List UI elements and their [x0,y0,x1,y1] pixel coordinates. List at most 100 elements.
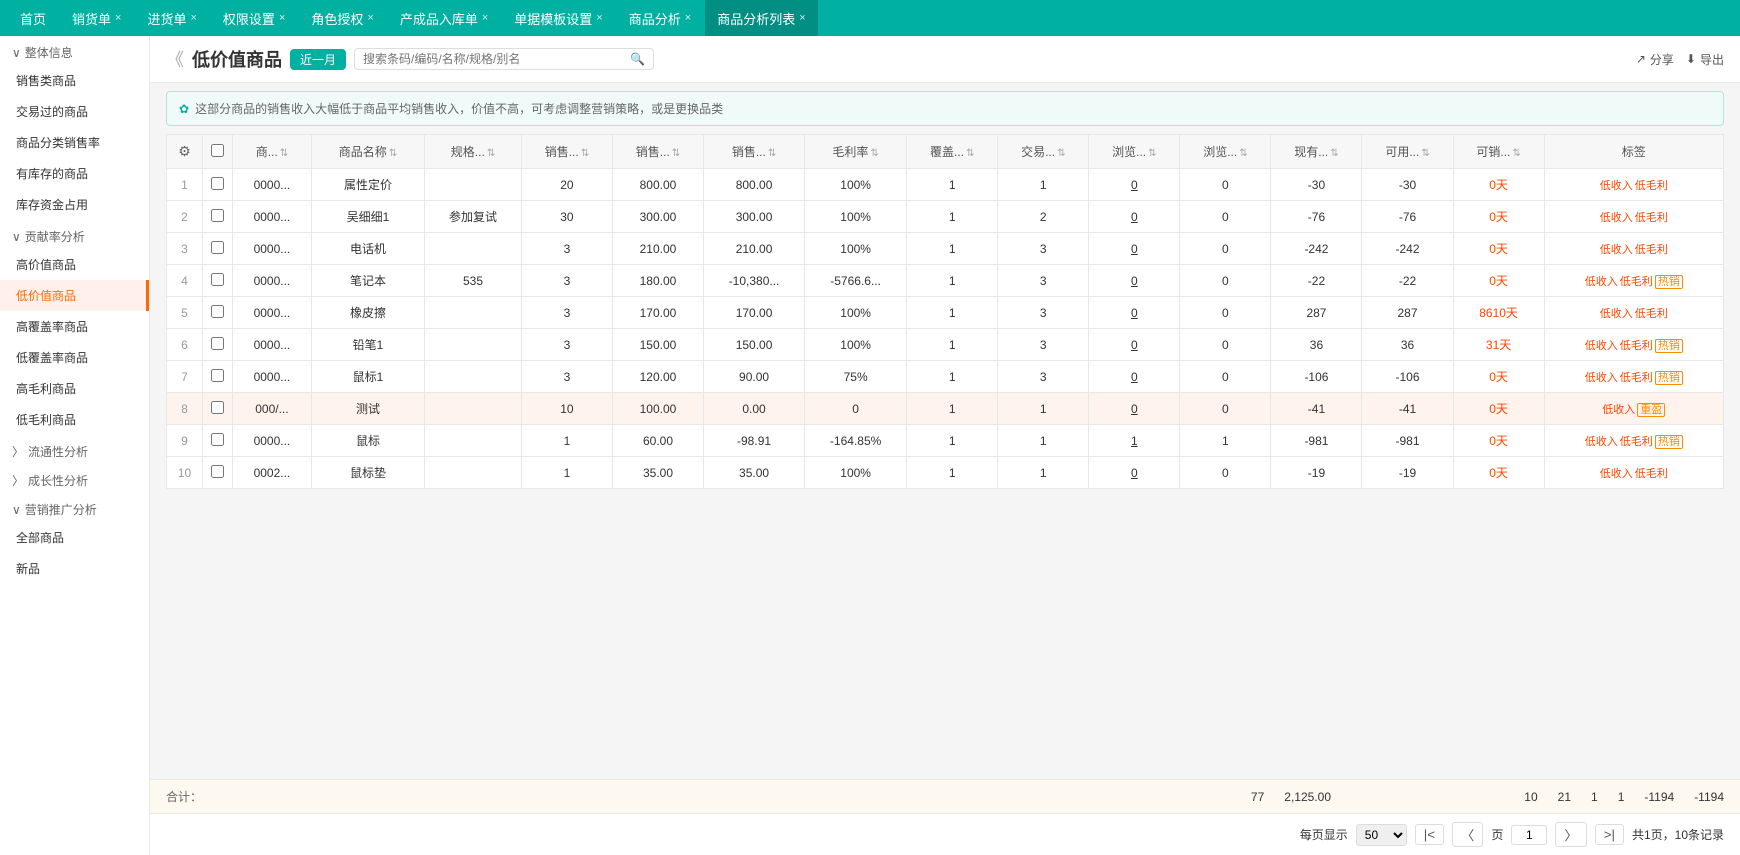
next-page-btn[interactable]: 〉 [1555,822,1586,847]
nav-permissions[interactable]: 权限设置 × [211,0,297,36]
sidebar-item-low-value[interactable]: 低价值商品 [0,280,149,311]
sidebar-item-all-products[interactable]: 全部商品 [0,522,149,553]
col-margin[interactable]: 毛利率⇅ [805,135,907,169]
row-name: 电话机 [311,233,424,265]
row-checkbox[interactable] [203,361,233,393]
row-spec: 参加复试 [425,201,522,233]
row-spec [425,425,522,457]
period-btn[interactable]: 近一月 [290,49,346,70]
last-page-btn[interactable]: >| [1595,824,1624,845]
main-content: 《 低价值商品 近一月 🔍 ↗ 分享 ⬇ 导出 ✿ 这部分商品的销售收入大幅 [150,36,1740,855]
sidebar-item-inventory-funds[interactable]: 库存资金占用 [0,189,149,220]
sidebar-group-growth[interactable]: 〉 成长性分析 [0,464,149,493]
sidebar-item-low-margin[interactable]: 低毛利商品 [0,404,149,435]
sidebar-group-overall[interactable]: ∨ 整体信息 [0,36,149,65]
row-checkbox[interactable] [203,457,233,489]
col-code[interactable]: 商...⇅ [233,135,312,169]
col-stock-current[interactable]: 现有...⇅ [1271,135,1362,169]
sidebar-item-traded-products[interactable]: 交易过的商品 [0,96,149,127]
col-sales3[interactable]: 销售...⇅ [704,135,805,169]
col-stock-saleable[interactable]: 可销...⇅ [1453,135,1544,169]
sidebar-group-circulation[interactable]: 〉 流通性分析 [0,435,149,464]
sidebar-group-contribution[interactable]: ∨ 贡献率分析 [0,220,149,249]
row-col10: -22 [1362,265,1453,297]
nav-home[interactable]: 首页 [8,0,58,36]
col-spec[interactable]: 规格...⇅ [425,135,522,169]
row-col8: 0 [1180,265,1271,297]
collapse-sidebar-btn[interactable]: 《 [166,46,184,72]
row-days: 0天 [1453,169,1544,201]
sidebar-item-sales-products[interactable]: 销售类商品 [0,65,149,96]
col-transactions[interactable]: 交易...⇅ [998,135,1089,169]
sidebar-item-high-margin[interactable]: 高毛利商品 [0,373,149,404]
row-code: 0000... [233,233,312,265]
nav-close-template[interactable]: × [596,12,602,24]
row-col8: 0 [1180,361,1271,393]
sidebar-item-high-value[interactable]: 高价值商品 [0,249,149,280]
search-input[interactable] [363,52,626,66]
row-col3: -98.91 [704,425,805,457]
header-actions: ↗ 分享 ⬇ 导出 [1636,51,1724,68]
sidebar-group-marketing[interactable]: ∨ 营销推广分析 [0,493,149,522]
row-checkbox[interactable] [203,169,233,201]
nav-close-permissions[interactable]: × [279,12,285,24]
nav-close-product-inbound[interactable]: × [482,12,488,24]
row-num: 2 [167,201,203,233]
sidebar-item-high-coverage[interactable]: 高覆盖率商品 [0,311,149,342]
nav-product-analysis-list[interactable]: 商品分析列表 × [705,0,817,36]
nav-product-inbound[interactable]: 产成品入库单 × [388,0,500,36]
select-all-checkbox[interactable] [211,144,224,157]
row-col10: 287 [1362,297,1453,329]
sidebar-item-new-products[interactable]: 新品 [0,553,149,584]
sidebar-item-category-sales-rate[interactable]: 商品分类销售率 [0,127,149,158]
nav-sales-order[interactable]: 销货单 × [60,0,133,36]
row-name: 铅笔1 [311,329,424,361]
row-checkbox[interactable] [203,297,233,329]
nav-product-analysis[interactable]: 商品分析 × [617,0,703,36]
row-name: 测试 [311,393,424,425]
share-btn[interactable]: ↗ 分享 [1636,51,1674,68]
row-col10: -242 [1362,233,1453,265]
row-checkbox[interactable] [203,233,233,265]
col-sales1[interactable]: 销售...⇅ [521,135,612,169]
sidebar-item-stocked-products[interactable]: 有库存的商品 [0,158,149,189]
row-name: 橡皮擦 [311,297,424,329]
col-views2[interactable]: 浏览...⇅ [1180,135,1271,169]
nav-close-sales[interactable]: × [115,12,121,24]
first-page-btn[interactable]: |< [1415,824,1444,845]
row-col5: 1 [907,201,998,233]
row-checkbox[interactable] [203,265,233,297]
search-icon[interactable]: 🔍 [630,52,645,66]
footer-col7: 1 [1591,790,1598,804]
col-name[interactable]: 商品名称⇅ [311,135,424,169]
row-checkbox[interactable] [203,393,233,425]
row-col1: 3 [521,297,612,329]
row-col10: -30 [1362,169,1453,201]
row-checkbox[interactable] [203,329,233,361]
nav-template[interactable]: 单据模板设置 × [502,0,614,36]
prev-page-btn[interactable]: 〈 [1452,822,1483,847]
row-checkbox[interactable] [203,425,233,457]
table-row: 7 0000... 鼠标1 3 120.00 90.00 75% 1 3 0 0… [167,361,1724,393]
nav-close-roles[interactable]: × [367,12,373,24]
row-col3: 0.00 [704,393,805,425]
export-btn[interactable]: ⬇ 导出 [1686,51,1724,68]
col-stock-available[interactable]: 可用...⇅ [1362,135,1453,169]
row-spec [425,169,522,201]
col-coverage[interactable]: 覆盖...⇅ [907,135,998,169]
col-select-all[interactable] [203,135,233,169]
col-sales2[interactable]: 销售...⇅ [612,135,703,169]
nav-purchase-order[interactable]: 进货单 × [135,0,208,36]
nav-close-product-analysis-list[interactable]: × [799,12,805,24]
row-checkbox[interactable] [203,201,233,233]
footer-col10: -1194 [1694,790,1724,804]
per-page-select[interactable]: 50 100 200 [1356,824,1407,846]
col-views1[interactable]: 浏览...⇅ [1089,135,1180,169]
nav-close-product-analysis[interactable]: × [685,12,691,24]
col-gear[interactable]: ⚙ [167,135,203,169]
sidebar-item-low-coverage[interactable]: 低覆盖率商品 [0,342,149,373]
nav-close-purchase[interactable]: × [190,12,196,24]
notice-text: 这部分商品的销售收入大幅低于商品平均销售收入，价值不高，可考虑调整营销策略，或是… [195,100,723,117]
page-input[interactable] [1511,825,1547,845]
nav-roles[interactable]: 角色授权 × [299,0,385,36]
